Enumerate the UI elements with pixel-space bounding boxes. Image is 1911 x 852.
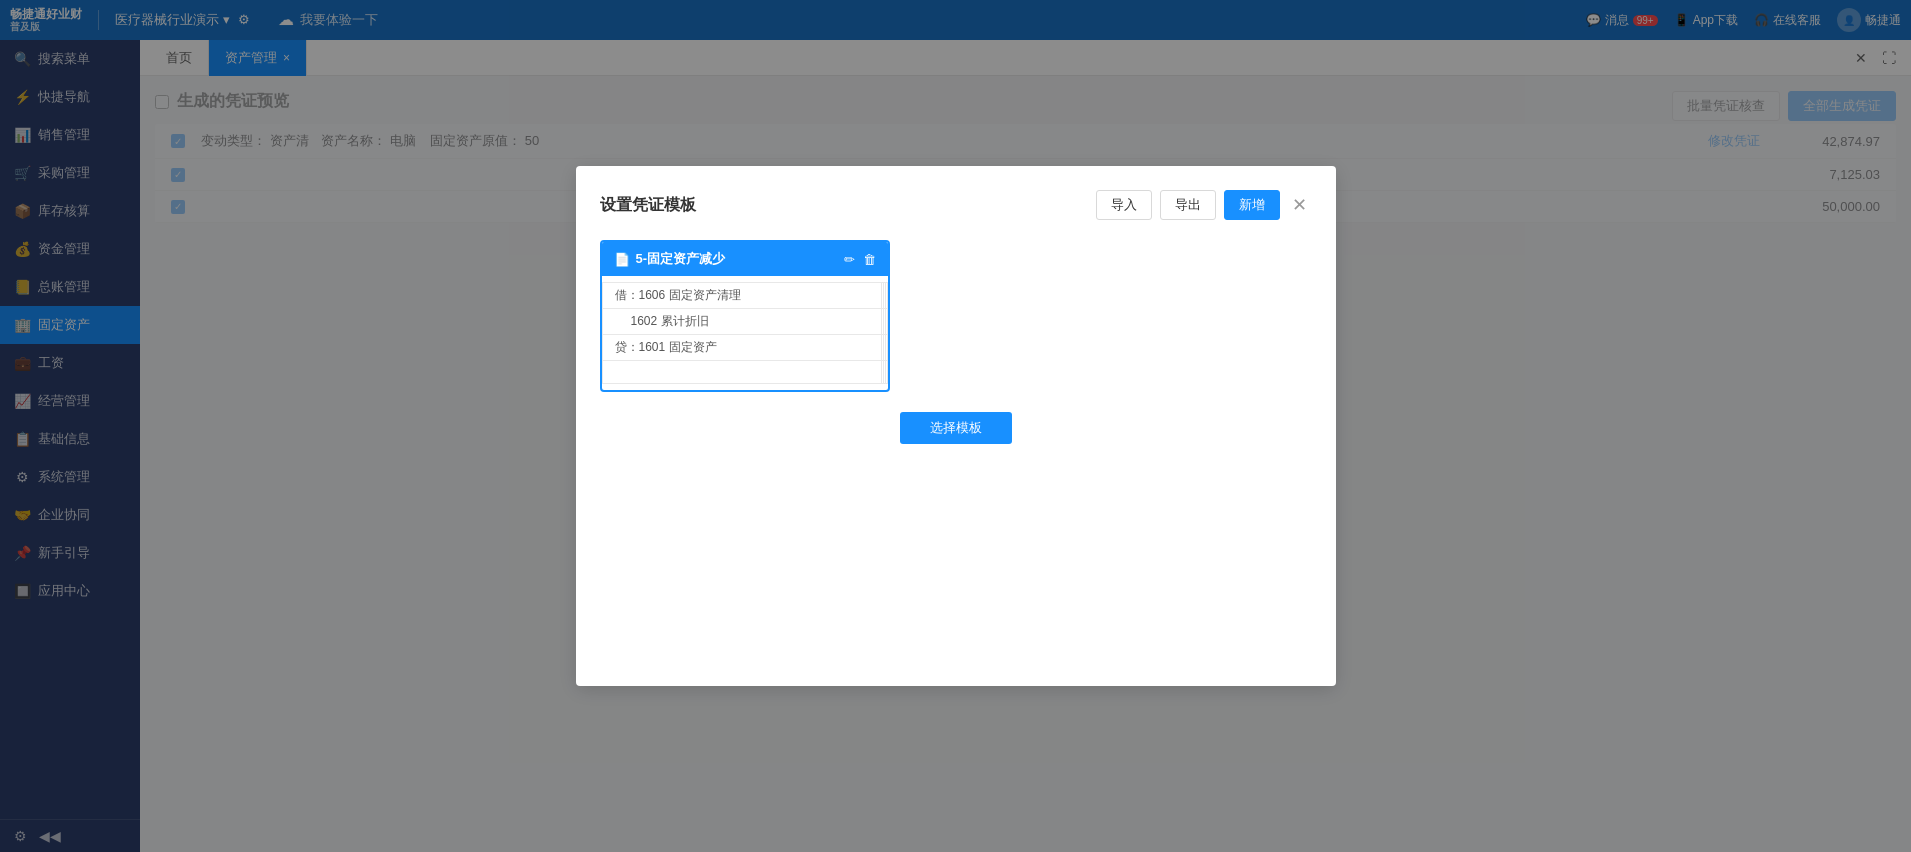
close-icon: ✕	[1292, 194, 1307, 216]
credit-label: 贷：1601 固定资产	[602, 335, 881, 361]
app-container: 畅捷通好业财 普及版 医疗器械行业演示 ▾ ⚙ ☁ 我要体验一下 💬 消息 99…	[0, 0, 1911, 852]
document-icon: 📄	[614, 252, 630, 267]
template-card: 📄 5-固定资产减少 ✏ 🗑	[600, 240, 890, 392]
table-row: 1602 累计折旧	[602, 309, 887, 335]
debit-extra-col	[885, 283, 887, 309]
template-card-title: 📄 5-固定资产减少	[614, 250, 726, 268]
delete-template-icon[interactable]: 🗑	[863, 252, 876, 267]
empty-row-col1	[602, 361, 881, 384]
voucher-template-modal: 设置凭证模板 导入 导出 新增 ✕	[576, 166, 1336, 686]
table-row	[602, 361, 887, 384]
modal-header-actions: 导入 导出 新增 ✕	[1096, 190, 1312, 220]
empty-row-col4	[885, 361, 887, 384]
modal-title: 设置凭证模板	[600, 195, 696, 216]
modal-body: 📄 5-固定资产减少 ✏ 🗑	[600, 240, 1312, 444]
template-entries-table: 借：1606 固定资产清理 1602 累计折旧	[602, 282, 888, 384]
template-card-header: 📄 5-固定资产减少 ✏ 🗑	[602, 242, 888, 276]
debit-label: 借：1606 固定资产清理	[602, 283, 881, 309]
debit-label2: 1602 累计折旧	[602, 309, 881, 335]
table-row: 贷：1601 固定资产	[602, 335, 887, 361]
edit-template-icon[interactable]: ✏	[844, 252, 855, 267]
select-template-btn[interactable]: 选择模板	[900, 412, 1012, 444]
debit2-extra-col	[885, 309, 887, 335]
template-card-actions: ✏ 🗑	[844, 252, 876, 267]
select-template-container: 选择模板	[600, 412, 1312, 444]
table-row: 借：1606 固定资产清理	[602, 283, 887, 309]
main-layout: 🔍 搜索菜单 ⚡ 快捷导航 📊 销售管理 🛒 采购管理 📦 库存核算	[0, 40, 1911, 852]
new-btn[interactable]: 新增	[1224, 190, 1280, 220]
modal-close-btn[interactable]: ✕	[1288, 193, 1312, 217]
template-body: 借：1606 固定资产清理 1602 累计折旧	[602, 276, 888, 390]
modal-toolbar: 导入 导出 新增	[1096, 190, 1280, 220]
export-btn[interactable]: 导出	[1160, 190, 1216, 220]
content-area: 首页 资产管理 × ✕ ⛶ 生成的凭证预览 批量凭证核查	[140, 40, 1911, 852]
modal-overlay: 设置凭证模板 导入 导出 新增 ✕	[140, 40, 1911, 852]
import-btn[interactable]: 导入	[1096, 190, 1152, 220]
credit-extra-col	[885, 335, 887, 361]
modal-header: 设置凭证模板 导入 导出 新增 ✕	[600, 190, 1312, 220]
